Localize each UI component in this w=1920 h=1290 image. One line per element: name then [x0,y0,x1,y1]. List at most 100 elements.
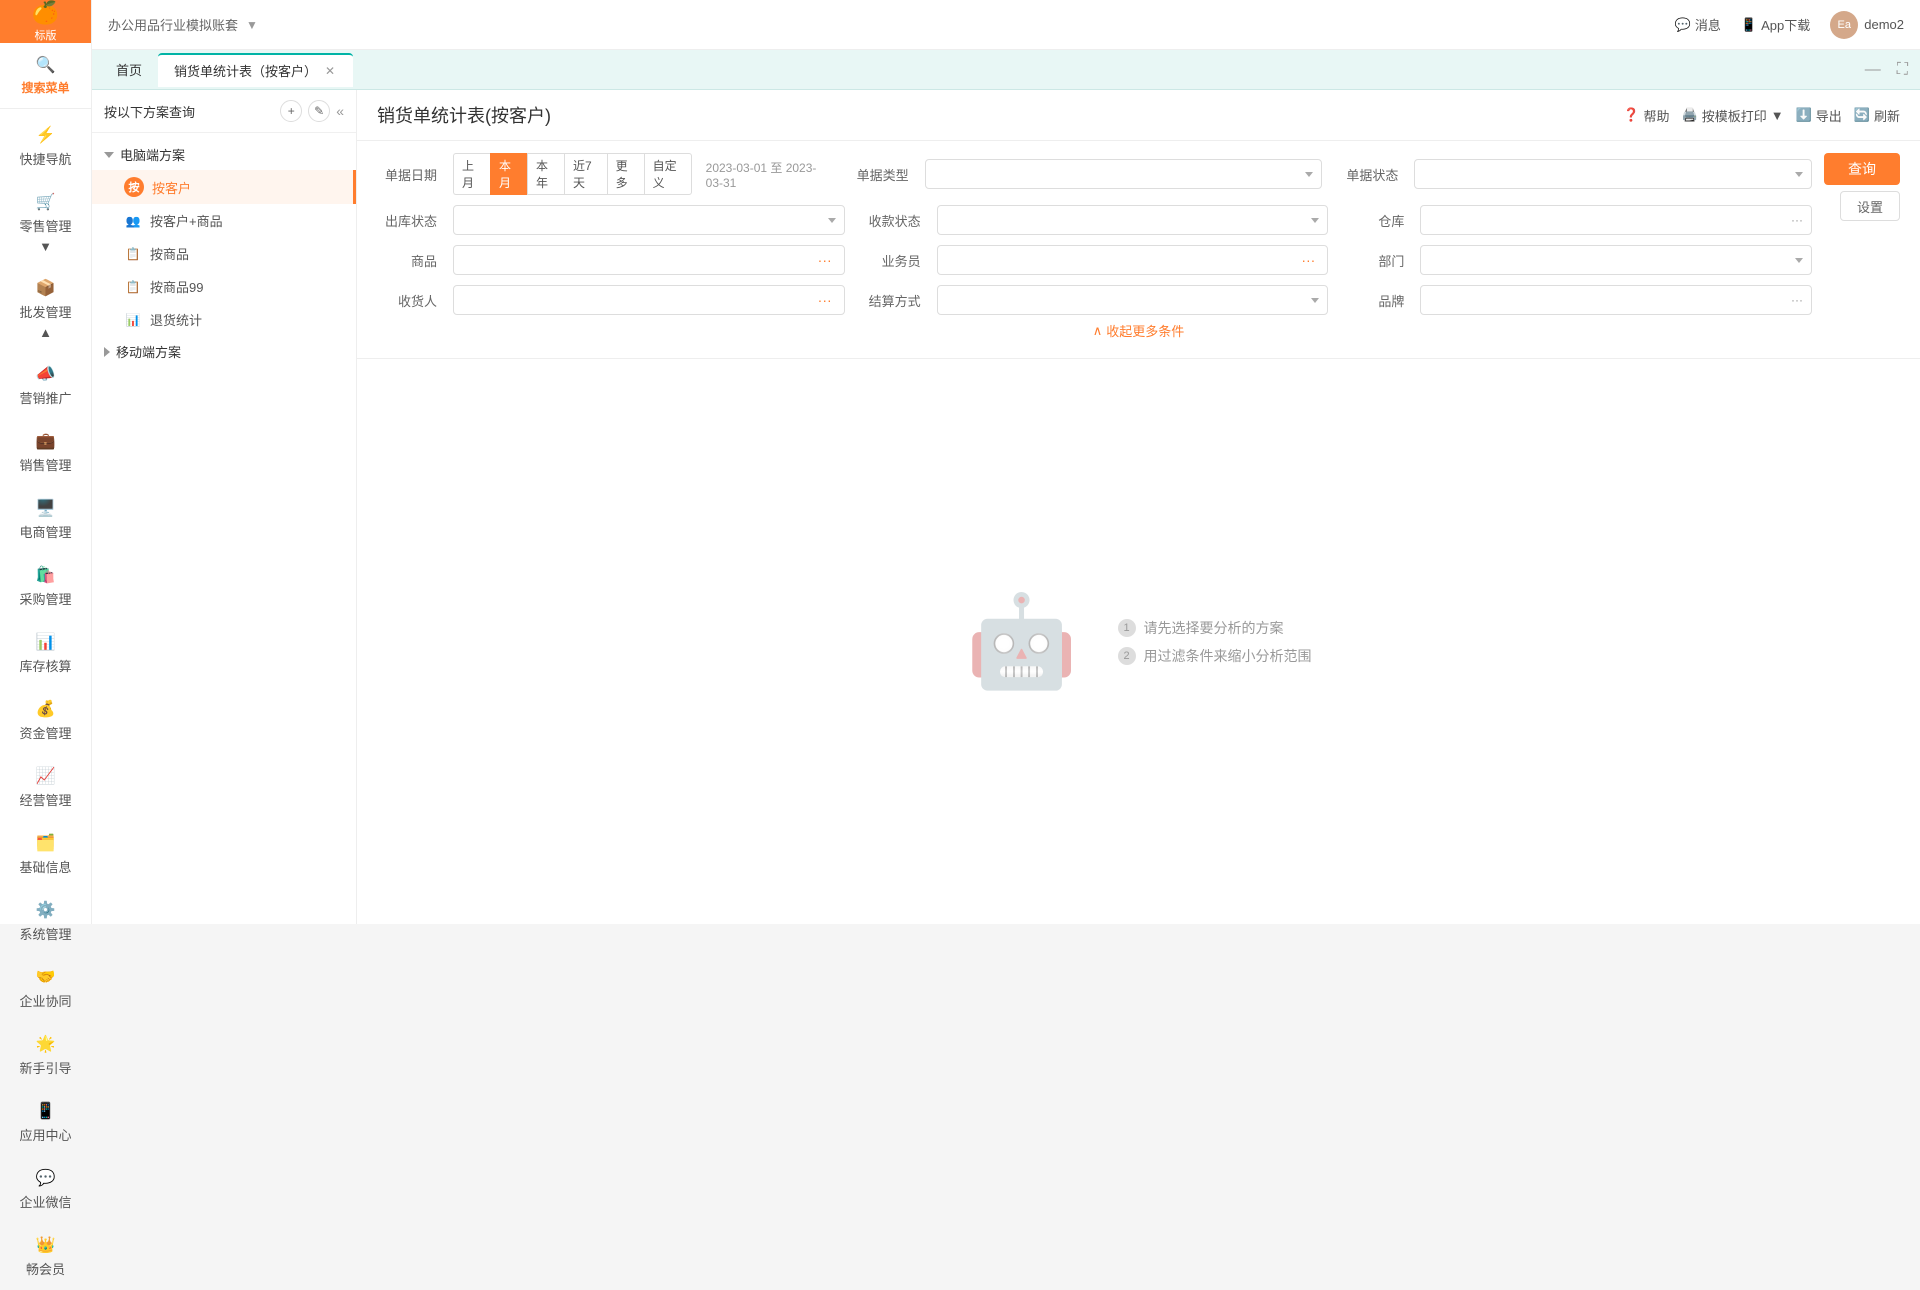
message-btn[interactable]: 💬 消息 [1675,15,1721,34]
settlement-select[interactable] [937,285,1329,315]
export-btn[interactable]: ⬇️ 导出 [1796,106,1842,125]
wechat-icon: 💬 [36,1168,56,1188]
refresh-btn[interactable]: 🔄 刷新 [1854,106,1900,125]
salesperson-dots-btn[interactable]: ··· [1297,250,1319,270]
sidebar-item-basic-label: 基础信息 [19,857,71,876]
sidebar-item-newbie-label: 新手引导 [19,1058,71,1077]
receiver-select[interactable]: ··· [453,285,845,315]
app-download-btn[interactable]: 📱 App下载 [1741,15,1810,34]
sidebar-item-inventory[interactable]: 📊 库存核算 [0,620,91,687]
scheme-item-by-customer-goods[interactable]: 👥 按客户+商品 [92,204,356,237]
refresh-icon: 🔄 [1854,107,1870,123]
salesperson-select[interactable]: ··· [937,245,1329,275]
print-icon: 🖨️ [1682,107,1698,123]
help-btn[interactable]: ❓ 帮助 [1623,106,1669,125]
warehouse-select[interactable]: ··· [1420,205,1812,235]
scheme-item-by-goods-icon: 📋 [124,245,142,263]
date-btn-last-7days[interactable]: 近7天 [564,153,607,195]
page-title: 销货单统计表(按客户) [377,102,551,128]
tip-2-text: 用过滤条件来缩小分析范围 [1144,646,1312,666]
sidebar-item-retail[interactable]: 🛒 零售管理 ▼ [0,180,91,266]
sidebar-item-wholesale[interactable]: 📦 批发管理 ▲ [0,266,91,352]
sidebar-item-system[interactable]: ⚙️ 系统管理 [0,888,91,955]
wholesale-icon: 📦 [36,278,56,298]
user-area[interactable]: Ea demo2 [1830,11,1904,39]
receiver-dots-btn[interactable]: ··· [814,290,836,310]
collapse-bar[interactable]: ∧ 收起更多条件 [377,315,1900,346]
sidebar-item-operation[interactable]: 📈 经营管理 [0,754,91,821]
filter-row-2: 出库状态 收款状态 仓库 [377,205,1812,235]
tab-close-btn[interactable]: ✕ [323,62,337,80]
department-chevron-icon [1795,258,1803,263]
sidebar-item-enterprise-label: 企业协同 [19,991,71,1010]
sidebar-item-marketing[interactable]: 📣 营销推广 [0,352,91,419]
tab-sales-stat[interactable]: 销货单统计表（按客户） ✕ [158,53,353,87]
department-select[interactable] [1420,245,1812,275]
marketing-icon: 📣 [36,364,56,384]
sidebar-item-purchase[interactable]: 🛍️ 采购管理 [0,553,91,620]
sidebar-item-nav[interactable]: ⚡ 快捷导航 [0,113,91,180]
sidebar-item-finance[interactable]: 💰 资金管理 [0,687,91,754]
sidebar-item-enterprise[interactable]: 🤝 企业协同 [0,955,91,1022]
order-type-select[interactable] [925,159,1323,189]
goods-select[interactable]: ··· [453,245,845,275]
date-shortcuts: 上月 本月 本年 近7天 更多 自定义 [453,153,692,195]
sidebar-item-retail-label: 零售管理 [19,216,71,235]
scheme-item-return-stat[interactable]: 📊 退货统计 [92,303,356,336]
add-scheme-btn[interactable]: + [280,100,302,122]
app-download-icon: 📱 [1741,17,1757,33]
scheme-group-desktop-header[interactable]: 电脑端方案 [92,139,356,170]
wholesale-chevron-icon: ▲ [39,325,52,340]
app-title-dropdown[interactable]: ▼ [246,18,258,32]
scheme-item-by-customer[interactable]: 按 按客户 [92,170,356,204]
sidebar-item-appcenter[interactable]: 📱 应用中心 [0,1089,91,1156]
group-mobile-label: 移动端方案 [116,342,181,361]
retail-chevron-icon: ▼ [39,239,52,254]
date-btn-custom[interactable]: 自定义 [644,153,692,195]
date-btn-this-month[interactable]: 本月 [490,153,527,195]
salesperson-label: 业务员 [861,251,921,270]
out-status-select[interactable] [453,205,845,235]
sidebar-item-sales[interactable]: 💼 销售管理 [0,419,91,486]
scheme-group-desktop: 电脑端方案 按 按客户 👥 按客户+商品 📋 按商品 [92,139,356,336]
tab-sales-stat-label: 销货单统计表（按客户） [174,61,317,80]
logo-area[interactable]: 🍊 标版 [0,0,91,43]
sidebar-item-search[interactable]: 🔍 搜索菜单 [0,43,91,109]
enterprise-icon: 🤝 [36,967,56,987]
query-btn[interactable]: 查询 [1824,153,1900,185]
sales-icon: 💼 [36,431,56,451]
payment-status-select[interactable] [937,205,1329,235]
sidebar-item-ecommerce[interactable]: 🖥️ 电商管理 [0,486,91,553]
export-label: 导出 [1816,106,1842,125]
tab-home[interactable]: 首页 [100,53,158,87]
minimize-btn[interactable]: — [1861,57,1885,83]
app-title: 办公用品行业模拟账套 [108,15,238,34]
brand-select[interactable]: ··· [1420,285,1812,315]
collapse-panel-btn[interactable]: « [336,103,344,119]
sidebar-item-member[interactable]: 👑 畅会员 [0,1223,91,1290]
scheme-item-by-goods[interactable]: 📋 按商品 [92,237,356,270]
edit-scheme-btn[interactable]: ✎ [308,100,330,122]
scheme-group-mobile-header[interactable]: 移动端方案 [92,336,356,367]
scheme-item-by-goods-99[interactable]: 📋 按商品99 [92,270,356,303]
date-btn-last-month[interactable]: 上月 [453,153,490,195]
sidebar: 🍊 标版 🔍 搜索菜单 ⚡ 快捷导航 🛒 零售管理 ▼ 📦 批发管理 ▲ 📣 营… [0,0,92,924]
header-right: 💬 消息 📱 App下载 Ea demo2 [1675,11,1904,39]
help-label: 帮助 [1644,106,1670,125]
date-btn-more[interactable]: 更多 [607,153,644,195]
settings-btn[interactable]: 设置 [1840,191,1900,221]
sidebar-item-wechat[interactable]: 💬 企业微信 [0,1156,91,1223]
maximize-btn[interactable]: ⛶ [1893,57,1912,83]
sidebar-item-basic[interactable]: 🗂️ 基础信息 [0,821,91,888]
sidebar-item-newbie[interactable]: 🌟 新手引导 [0,1022,91,1089]
out-status-label: 出库状态 [377,211,437,230]
tip-1-num: 1 [1118,619,1136,637]
order-status-select[interactable] [1414,159,1812,189]
goods-dots-btn[interactable]: ··· [814,250,836,270]
date-btn-this-year[interactable]: 本年 [527,153,564,195]
avatar: Ea [1830,11,1858,39]
sidebar-item-sales-label: 销售管理 [19,455,71,474]
template-print-btn[interactable]: 🖨️ 按模板打印 ▼ [1682,106,1784,125]
page-header: 销货单统计表(按客户) ❓ 帮助 🖨️ 按模板打印 ▼ ⬇️ 导出 [357,90,1920,141]
left-panel-actions: + ✎ « [280,100,344,122]
